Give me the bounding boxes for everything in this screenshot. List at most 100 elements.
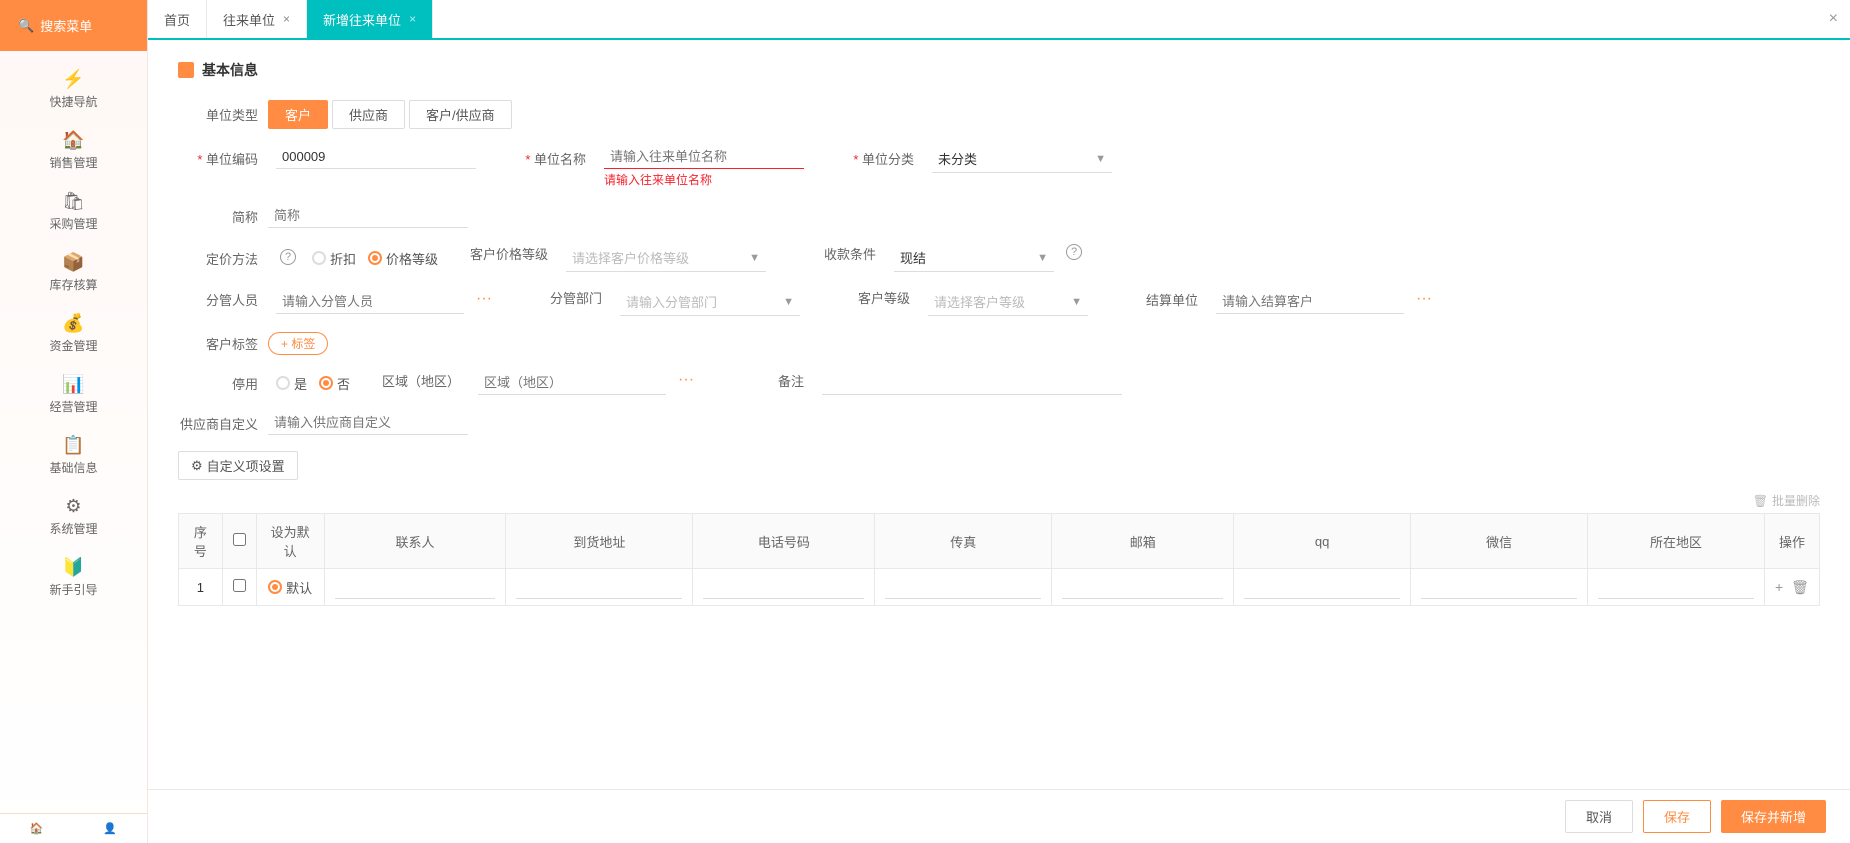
customer-price-label: 客户价格等级 [468,244,548,263]
supplier-custom-label: 供应商自定义 [178,414,258,433]
disable-yes-option[interactable]: 是 [276,374,307,393]
sidebar-item-label: 销售管理 [49,154,97,171]
region-input[interactable] [478,371,666,395]
sidebar-item-system[interactable]: ⚙ 系统管理 [0,486,147,547]
manager-label: 分管人员 [178,290,258,309]
settlement-more-button[interactable]: ··· [1416,290,1432,308]
unit-name-error: 请输入往来单位名称 [604,171,804,188]
tab-partner-close[interactable]: × [283,12,290,26]
row-email-input[interactable] [1062,575,1223,599]
payment-terms-select[interactable]: 现结 ▼ [894,244,1054,272]
row-region-input[interactable] [1598,575,1754,599]
short-name-label: 简称 [178,207,258,226]
chevron-down-icon-5: ▼ [1071,296,1082,308]
sidebar-home-button[interactable]: 🏠 [30,822,44,835]
purchase-icon: 🛍 [62,191,85,212]
unit-type-supplier[interactable]: 供应商 [332,100,405,129]
custom-settings-button[interactable]: ⚙ 自定义项设置 [178,451,298,480]
row-add-button[interactable]: + [1775,579,1783,595]
row-contact-input[interactable] [335,575,496,599]
tab-new-partner-close[interactable]: × [409,12,416,26]
guide-icon: 🔰 [62,557,84,578]
row-fax-input[interactable] [885,575,1041,599]
col-address: 到货地址 [506,514,693,569]
tab-close-all-button[interactable]: × [1829,10,1838,28]
sidebar-user-button[interactable]: 👤 [103,822,117,835]
row-address-input[interactable] [516,575,682,599]
row-select-checkbox[interactable] [233,579,246,592]
row-fax [875,569,1052,606]
unit-type-both[interactable]: 客户/供应商 [409,100,512,129]
disable-no-label: 否 [337,374,350,393]
customer-level-select[interactable]: 请选择客户等级 ▼ [928,288,1088,316]
settlement-unit-input[interactable] [1216,290,1404,314]
sidebar-item-sales[interactable]: 🏠 销售管理 [0,120,147,181]
save-new-button[interactable]: 保存并新增 [1721,800,1826,833]
sidebar-item-operations[interactable]: 📊 经营管理 [0,364,147,425]
sidebar-item-guide[interactable]: 🔰 新手引导 [0,547,147,608]
unit-name-input[interactable] [604,145,804,169]
sidebar-item-inventory[interactable]: 📦 库存核算 [0,242,147,303]
disable-no-option[interactable]: 否 [319,374,350,393]
remark-input[interactable] [822,371,1122,395]
manager-more-button[interactable]: ··· [476,290,492,308]
disable-label: 停用 [178,374,258,393]
add-tag-button[interactable]: + 标签 [268,332,328,355]
batch-delete-label[interactable]: 批量删除 [1772,492,1820,509]
footer-bar: 取消 保存 保存并新增 [148,789,1850,843]
sidebar-item-finance[interactable]: 💰 资金管理 [0,303,147,364]
system-icon: ⚙ [65,496,81,517]
sidebar-item-basic-info[interactable]: 📋 基础信息 [0,425,147,486]
row-wechat [1411,569,1588,606]
basic-info-icon: 📋 [62,435,84,456]
row-contact [324,569,506,606]
unit-code-input[interactable] [276,145,476,169]
supplier-custom-input[interactable] [268,411,468,435]
finance-icon: 💰 [62,313,84,334]
tab-partner[interactable]: 往来单位 × [207,0,307,38]
sidebar-item-label: 经营管理 [49,398,97,415]
inventory-icon: 📦 [62,252,84,273]
select-all-checkbox[interactable] [233,533,246,546]
row-wechat-input[interactable] [1421,575,1577,599]
unit-category-select[interactable]: 未分类 ▼ [932,145,1112,173]
customer-price-select[interactable]: 请选择客户价格等级 ▼ [566,244,766,272]
tab-bar: 首页 往来单位 × 新增往来单位 × × [148,0,1850,40]
unit-code-label: 单位编码 [178,145,258,168]
save-button[interactable]: 保存 [1643,800,1711,833]
main-area: 首页 往来单位 × 新增往来单位 × × 基本信息 单位类型 客户 供应商 客户… [148,0,1850,843]
search-menu-button[interactable]: 🔍 搜索菜单 [0,10,147,41]
unit-type-customer[interactable]: 客户 [268,100,328,129]
tab-new-partner[interactable]: 新增往来单位 × [307,0,433,38]
content-area: 基本信息 单位类型 客户 供应商 客户/供应商 单位编码 单位名称 请输入往来单… [148,40,1850,789]
sidebar-item-label: 库存核算 [49,276,97,293]
col-qq: qq [1234,514,1411,569]
tab-home[interactable]: 首页 [148,0,207,38]
pricing-level-option[interactable]: 价格等级 [368,249,438,268]
pricing-help-icon[interactable]: ? [280,249,296,265]
supplier-custom-row: 供应商自定义 [178,411,1820,435]
row-default-radio-item[interactable]: 默认 [267,578,314,597]
cancel-button[interactable]: 取消 [1565,800,1633,833]
section-title-text: 基本信息 [202,60,258,80]
settlement-unit-label: 结算单位 [1118,290,1198,309]
pricing-method-field: 定价方法 ? 折扣 价格等级 [178,249,438,268]
short-name-input[interactable] [268,204,468,228]
pricing-discount-option[interactable]: 折扣 [312,249,356,268]
sidebar-item-quick-nav[interactable]: ⚡ 快捷导航 [0,59,147,120]
row-delete-button[interactable]: 🗑 [1791,579,1809,596]
row-phone-input[interactable] [703,575,864,599]
col-phone: 电话号码 [693,514,875,569]
pricing-level-label: 价格等级 [386,249,438,268]
sales-icon: 🏠 [62,130,84,151]
payment-help-icon[interactable]: ? [1066,244,1082,260]
department-select[interactable]: 请输入分管部门 ▼ [620,288,800,316]
row-default: 默认 [256,569,324,606]
sidebar-item-purchase[interactable]: 🛍 采购管理 [0,181,147,242]
row-qq-input[interactable] [1244,575,1400,599]
region-more-button[interactable]: ··· [678,371,694,389]
unit-category-value: 未分类 [938,149,977,168]
sidebar-item-label: 采购管理 [49,215,97,232]
manager-input[interactable] [276,290,464,314]
unit-code-name-row: 单位编码 单位名称 请输入往来单位名称 单位分类 未分类 ▼ [178,145,1820,188]
